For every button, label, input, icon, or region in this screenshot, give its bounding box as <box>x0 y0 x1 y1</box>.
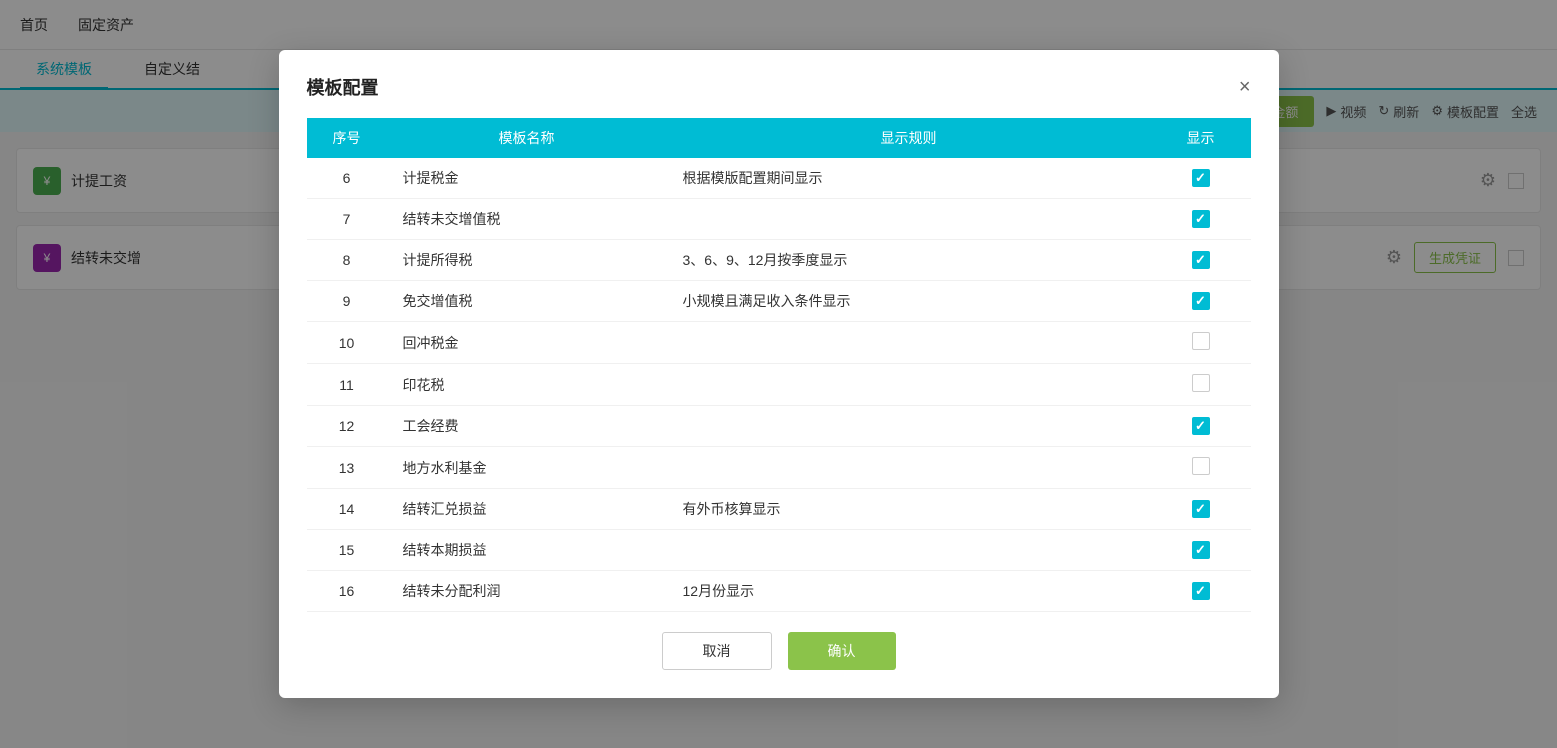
table-row: 11印花税 <box>307 364 1251 406</box>
cell-seq: 14 <box>307 489 387 530</box>
cell-seq: 16 <box>307 571 387 612</box>
table-row: 13地方水利基金 <box>307 447 1251 489</box>
checkbox-row-1[interactable] <box>1192 210 1210 228</box>
modal-overlay: 模板配置 × 序号 模板名称 显示规则 显示 6计提税金根据模版配置期间显示7结… <box>0 0 1557 748</box>
cell-checkbox <box>1151 240 1251 281</box>
cell-rule <box>667 199 1151 240</box>
checkbox-row-0[interactable] <box>1192 169 1210 187</box>
cell-checkbox <box>1151 489 1251 530</box>
checkbox-row-2[interactable] <box>1192 251 1210 269</box>
th-rule: 显示规则 <box>667 118 1151 158</box>
cell-seq: 11 <box>307 364 387 406</box>
checkbox-row-8[interactable] <box>1192 500 1210 518</box>
table-row: 16结转未分配利润12月份显示 <box>307 571 1251 612</box>
config-table-wrapper: 序号 模板名称 显示规则 显示 6计提税金根据模版配置期间显示7结转未交增值税8… <box>307 118 1251 612</box>
th-display: 显示 <box>1151 118 1251 158</box>
cell-seq: 8 <box>307 240 387 281</box>
table-header-row: 序号 模板名称 显示规则 显示 <box>307 118 1251 158</box>
cell-seq: 15 <box>307 530 387 571</box>
table-row: 14结转汇兑损益有外币核算显示 <box>307 489 1251 530</box>
table-row: 6计提税金根据模版配置期间显示 <box>307 158 1251 199</box>
cell-checkbox <box>1151 322 1251 364</box>
checkbox-row-9[interactable] <box>1192 541 1210 559</box>
cell-name: 印花税 <box>387 364 667 406</box>
th-seq: 序号 <box>307 118 387 158</box>
cell-rule <box>667 406 1151 447</box>
table-row: 9免交增值税小规模且满足收入条件显示 <box>307 281 1251 322</box>
cell-rule <box>667 322 1151 364</box>
modal-footer: 取消 确认 <box>307 632 1251 670</box>
table-row: 8计提所得税3、6、9、12月按季度显示 <box>307 240 1251 281</box>
cell-checkbox <box>1151 158 1251 199</box>
cell-seq: 7 <box>307 199 387 240</box>
confirm-button[interactable]: 确认 <box>788 632 896 670</box>
cell-name: 结转未交增值税 <box>387 199 667 240</box>
cell-rule <box>667 530 1151 571</box>
table-row: 7结转未交增值税 <box>307 199 1251 240</box>
cell-seq: 10 <box>307 322 387 364</box>
cell-name: 回冲税金 <box>387 322 667 364</box>
cell-checkbox <box>1151 530 1251 571</box>
cell-name: 结转本期损益 <box>387 530 667 571</box>
cell-checkbox <box>1151 447 1251 489</box>
cell-name: 工会经费 <box>387 406 667 447</box>
cancel-button[interactable]: 取消 <box>662 632 772 670</box>
modal-header: 模板配置 × <box>307 74 1251 100</box>
table-row: 10回冲税金 <box>307 322 1251 364</box>
config-table: 序号 模板名称 显示规则 显示 6计提税金根据模版配置期间显示7结转未交增值税8… <box>307 118 1251 612</box>
cell-rule: 12月份显示 <box>667 571 1151 612</box>
checkbox-row-6[interactable] <box>1192 417 1210 435</box>
cell-name: 计提税金 <box>387 158 667 199</box>
cell-name: 结转汇兑损益 <box>387 489 667 530</box>
cell-checkbox <box>1151 571 1251 612</box>
checkbox-row-3[interactable] <box>1192 292 1210 310</box>
modal-title: 模板配置 <box>307 74 379 100</box>
cell-checkbox <box>1151 199 1251 240</box>
template-config-modal: 模板配置 × 序号 模板名称 显示规则 显示 6计提税金根据模版配置期间显示7结… <box>279 50 1279 698</box>
cell-name: 地方水利基金 <box>387 447 667 489</box>
checkbox-row-7[interactable] <box>1192 457 1210 475</box>
checkbox-row-4[interactable] <box>1192 332 1210 350</box>
cell-rule: 根据模版配置期间显示 <box>667 158 1151 199</box>
cell-rule: 小规模且满足收入条件显示 <box>667 281 1151 322</box>
cell-seq: 13 <box>307 447 387 489</box>
table-row: 12工会经费 <box>307 406 1251 447</box>
modal-close-button[interactable]: × <box>1239 77 1251 97</box>
cell-rule: 有外币核算显示 <box>667 489 1151 530</box>
cell-seq: 9 <box>307 281 387 322</box>
cell-name: 免交增值税 <box>387 281 667 322</box>
cell-checkbox <box>1151 281 1251 322</box>
cell-rule <box>667 447 1151 489</box>
cell-seq: 6 <box>307 158 387 199</box>
checkbox-row-10[interactable] <box>1192 582 1210 600</box>
cell-seq: 12 <box>307 406 387 447</box>
cell-checkbox <box>1151 406 1251 447</box>
cell-rule <box>667 364 1151 406</box>
table-row: 15结转本期损益 <box>307 530 1251 571</box>
checkbox-row-5[interactable] <box>1192 374 1210 392</box>
cell-name: 计提所得税 <box>387 240 667 281</box>
cell-rule: 3、6、9、12月按季度显示 <box>667 240 1151 281</box>
cell-checkbox <box>1151 364 1251 406</box>
th-name: 模板名称 <box>387 118 667 158</box>
cell-name: 结转未分配利润 <box>387 571 667 612</box>
